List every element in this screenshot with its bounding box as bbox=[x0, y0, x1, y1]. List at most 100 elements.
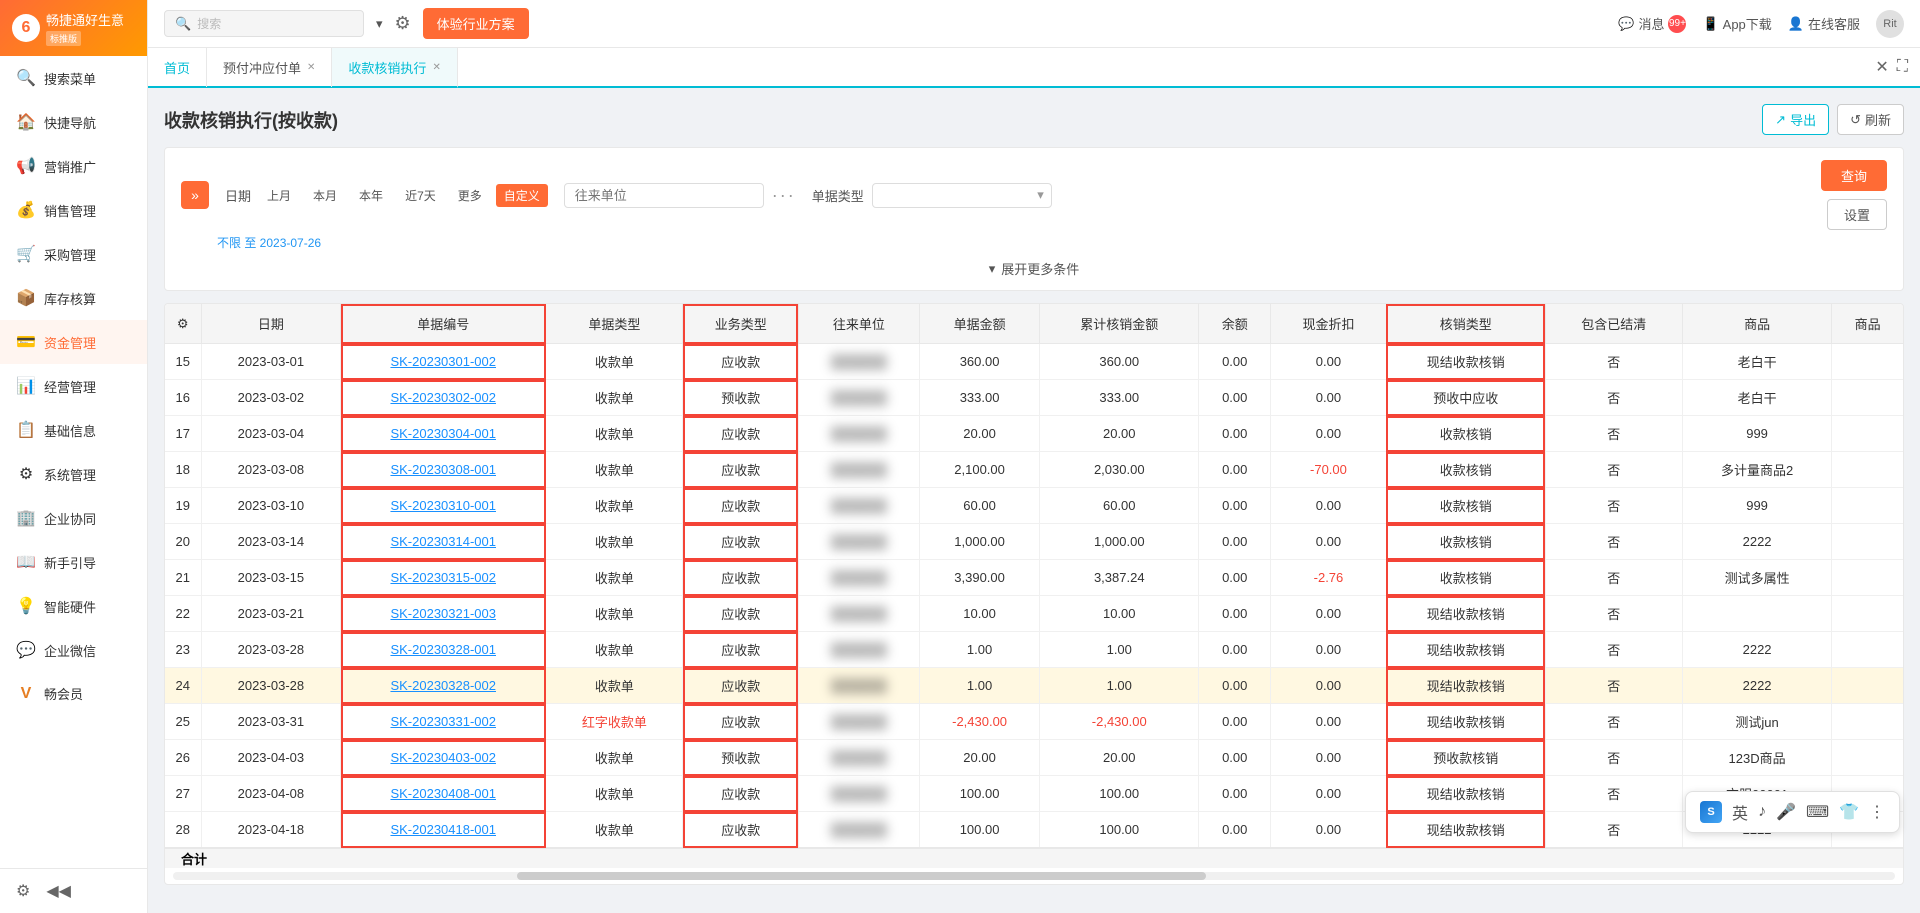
sidebar-item-hardware[interactable]: 💡 智能硬件 bbox=[0, 584, 147, 628]
tab-fullscreen-icon[interactable]: ⛶ bbox=[1897, 58, 1908, 76]
expand-more-row[interactable]: ▾ 展开更多条件 bbox=[181, 259, 1887, 278]
sidebar-item-purchase[interactable]: 🛒 采购管理 bbox=[0, 232, 147, 276]
shortcut-this-year[interactable]: 本年 bbox=[351, 184, 391, 207]
td-bill-no[interactable]: SK-20230331-002 bbox=[341, 704, 546, 740]
sidebar-item-enterprise[interactable]: 🏢 企业协同 bbox=[0, 496, 147, 540]
th-bill-amount[interactable]: 单据金额 bbox=[919, 304, 1039, 344]
topbar-gear-icon[interactable]: ⚙ bbox=[395, 13, 411, 34]
sidebar-item-marketing[interactable]: 📢 营销推广 bbox=[0, 144, 147, 188]
td-bill-no[interactable]: SK-20230314-001 bbox=[341, 524, 546, 560]
export-button[interactable]: ↗ 导出 bbox=[1762, 104, 1829, 135]
logo-icon: 6 bbox=[12, 14, 40, 42]
th-verify-type[interactable]: 核销类型 bbox=[1386, 304, 1545, 344]
counterparty-input[interactable] bbox=[564, 183, 764, 208]
sidebar-label-enterprise: 企业协同 bbox=[44, 509, 96, 528]
shortcut-this-month[interactable]: 本月 bbox=[305, 184, 345, 207]
industry-solution-button[interactable]: 体验行业方案 bbox=[423, 8, 529, 39]
td-bill-no[interactable]: SK-20230315-002 bbox=[341, 560, 546, 596]
td-no: 25 bbox=[165, 704, 201, 740]
td-date: 2023-03-28 bbox=[201, 632, 341, 668]
tab-prepay[interactable]: 预付冲应付单 ✕ bbox=[207, 47, 332, 87]
settings-button[interactable]: 设置 bbox=[1827, 199, 1887, 230]
th-balance[interactable]: 余额 bbox=[1199, 304, 1271, 344]
logo-text-block: 畅捷通好生意 标推版 bbox=[46, 10, 124, 46]
topbar-app-download[interactable]: 📱 App下载 bbox=[1702, 14, 1771, 33]
sidebar-item-shortcuts[interactable]: 🏠 快捷导航 bbox=[0, 100, 147, 144]
td-bill-no[interactable]: SK-20230310-001 bbox=[341, 488, 546, 524]
ime-item-keyboard[interactable]: ⌨ bbox=[1806, 802, 1829, 822]
footer-collapse-icon[interactable]: ◀◀ bbox=[46, 881, 71, 901]
td-no: 23 bbox=[165, 632, 201, 668]
td-bill-no[interactable]: SK-20230328-002 bbox=[341, 668, 546, 704]
td-bill-no[interactable]: SK-20230403-002 bbox=[341, 740, 546, 776]
th-cash-discount[interactable]: 现金折扣 bbox=[1271, 304, 1386, 344]
th-product[interactable]: 商品 bbox=[1682, 304, 1831, 344]
tab-home[interactable]: 首页 bbox=[148, 47, 207, 87]
th-settings[interactable]: ⚙ bbox=[165, 304, 201, 344]
ime-item-grid[interactable]: ⋮ bbox=[1869, 802, 1885, 822]
user-avatar[interactable]: Rit bbox=[1876, 10, 1904, 38]
td-balance: 0.00 bbox=[1199, 452, 1271, 488]
shortcut-last-month[interactable]: 上月 bbox=[259, 184, 299, 207]
td-no: 22 bbox=[165, 596, 201, 632]
td-bill-amount: 2,100.00 bbox=[919, 452, 1039, 488]
counterparty-dots: ··· bbox=[772, 185, 796, 206]
th-biz-type[interactable]: 业务类型 bbox=[683, 304, 798, 344]
td-bill-no[interactable]: SK-20230418-001 bbox=[341, 812, 546, 849]
td-product2 bbox=[1832, 632, 1903, 668]
bill-type-select[interactable] bbox=[872, 183, 1052, 208]
th-acc-amount[interactable]: 累计核销金额 bbox=[1040, 304, 1199, 344]
shortcut-7-days[interactable]: 近7天 bbox=[397, 184, 444, 207]
td-bill-no[interactable]: SK-20230308-001 bbox=[341, 452, 546, 488]
td-bill-no[interactable]: SK-20230321-003 bbox=[341, 596, 546, 632]
td-bill-no[interactable]: SK-20230304-001 bbox=[341, 416, 546, 452]
th-bill-no[interactable]: 单据编号 bbox=[341, 304, 546, 344]
th-include-settled[interactable]: 包含已结清 bbox=[1545, 304, 1682, 344]
th-product2[interactable]: 商品 bbox=[1832, 304, 1903, 344]
th-date[interactable]: 日期 bbox=[201, 304, 341, 344]
sidebar-item-operations[interactable]: 📊 经营管理 bbox=[0, 364, 147, 408]
sidebar-item-inventory[interactable]: 📦 库存核算 bbox=[0, 276, 147, 320]
sidebar-item-guide[interactable]: 📖 新手引导 bbox=[0, 540, 147, 584]
sidebar-item-basic[interactable]: 📋 基础信息 bbox=[0, 408, 147, 452]
th-bill-type[interactable]: 单据类型 bbox=[546, 304, 683, 344]
refresh-icon: ↺ bbox=[1850, 112, 1861, 128]
td-bill-amount: 20.00 bbox=[919, 740, 1039, 776]
td-biz-type: 应收款 bbox=[683, 488, 798, 524]
shortcut-more[interactable]: 更多 bbox=[450, 184, 490, 207]
table-row: 262023-04-03SK-20230403-002收款单预收款██████2… bbox=[165, 740, 1903, 776]
sidebar-item-wechat[interactable]: 💬 企业微信 bbox=[0, 628, 147, 672]
ime-item-shirt[interactable]: 👕 bbox=[1839, 802, 1859, 822]
topbar-dropdown[interactable]: ▾ bbox=[376, 16, 383, 32]
topbar-messages[interactable]: 💬 消息 99+ bbox=[1618, 14, 1686, 33]
th-counterparty[interactable]: 往来单位 bbox=[798, 304, 919, 344]
filter-expand-button[interactable]: » bbox=[181, 181, 209, 209]
sidebar-item-system[interactable]: ⚙ 系统管理 bbox=[0, 452, 147, 496]
sidebar-item-member[interactable]: V 畅会员 bbox=[0, 672, 147, 715]
ime-item-ying[interactable]: 英 bbox=[1732, 800, 1748, 824]
sidebar-item-finance[interactable]: 💳 资金管理 bbox=[0, 320, 147, 364]
td-product2 bbox=[1832, 740, 1903, 776]
ime-item-music[interactable]: ♪ bbox=[1758, 803, 1766, 821]
td-bill-no[interactable]: SK-20230328-001 bbox=[341, 632, 546, 668]
topbar-online-service[interactable]: 👤 在线客服 bbox=[1788, 14, 1860, 33]
sidebar-item-search[interactable]: 🔍 搜索菜单 bbox=[0, 56, 147, 100]
shortcut-custom[interactable]: 自定义 bbox=[496, 184, 548, 207]
td-bill-no[interactable]: SK-20230302-002 bbox=[341, 380, 546, 416]
tab-collection-close-icon[interactable]: ✕ bbox=[432, 62, 440, 73]
refresh-button[interactable]: ↺ 刷新 bbox=[1837, 104, 1904, 135]
purchase-icon: 🛒 bbox=[16, 244, 36, 264]
tab-prepay-close-icon[interactable]: ✕ bbox=[307, 62, 315, 73]
tab-close-all-icon[interactable]: ✕ bbox=[1875, 57, 1888, 77]
sidebar-item-sales[interactable]: 💰 销售管理 bbox=[0, 188, 147, 232]
sidebar-label-marketing: 营销推广 bbox=[44, 157, 96, 176]
ime-item-mic[interactable]: 🎤 bbox=[1776, 802, 1796, 822]
tab-collection[interactable]: 收款核销执行 ✕ bbox=[332, 48, 457, 88]
td-biz-type: 应收款 bbox=[683, 596, 798, 632]
footer-settings-icon[interactable]: ⚙ bbox=[16, 881, 30, 901]
table-scrollbar[interactable] bbox=[173, 872, 1895, 880]
td-bill-no[interactable]: SK-20230301-002 bbox=[341, 344, 546, 380]
td-bill-no[interactable]: SK-20230408-001 bbox=[341, 776, 546, 812]
query-button[interactable]: 查询 bbox=[1821, 160, 1887, 191]
topbar-search-box[interactable]: 🔍 搜索 bbox=[164, 10, 364, 37]
